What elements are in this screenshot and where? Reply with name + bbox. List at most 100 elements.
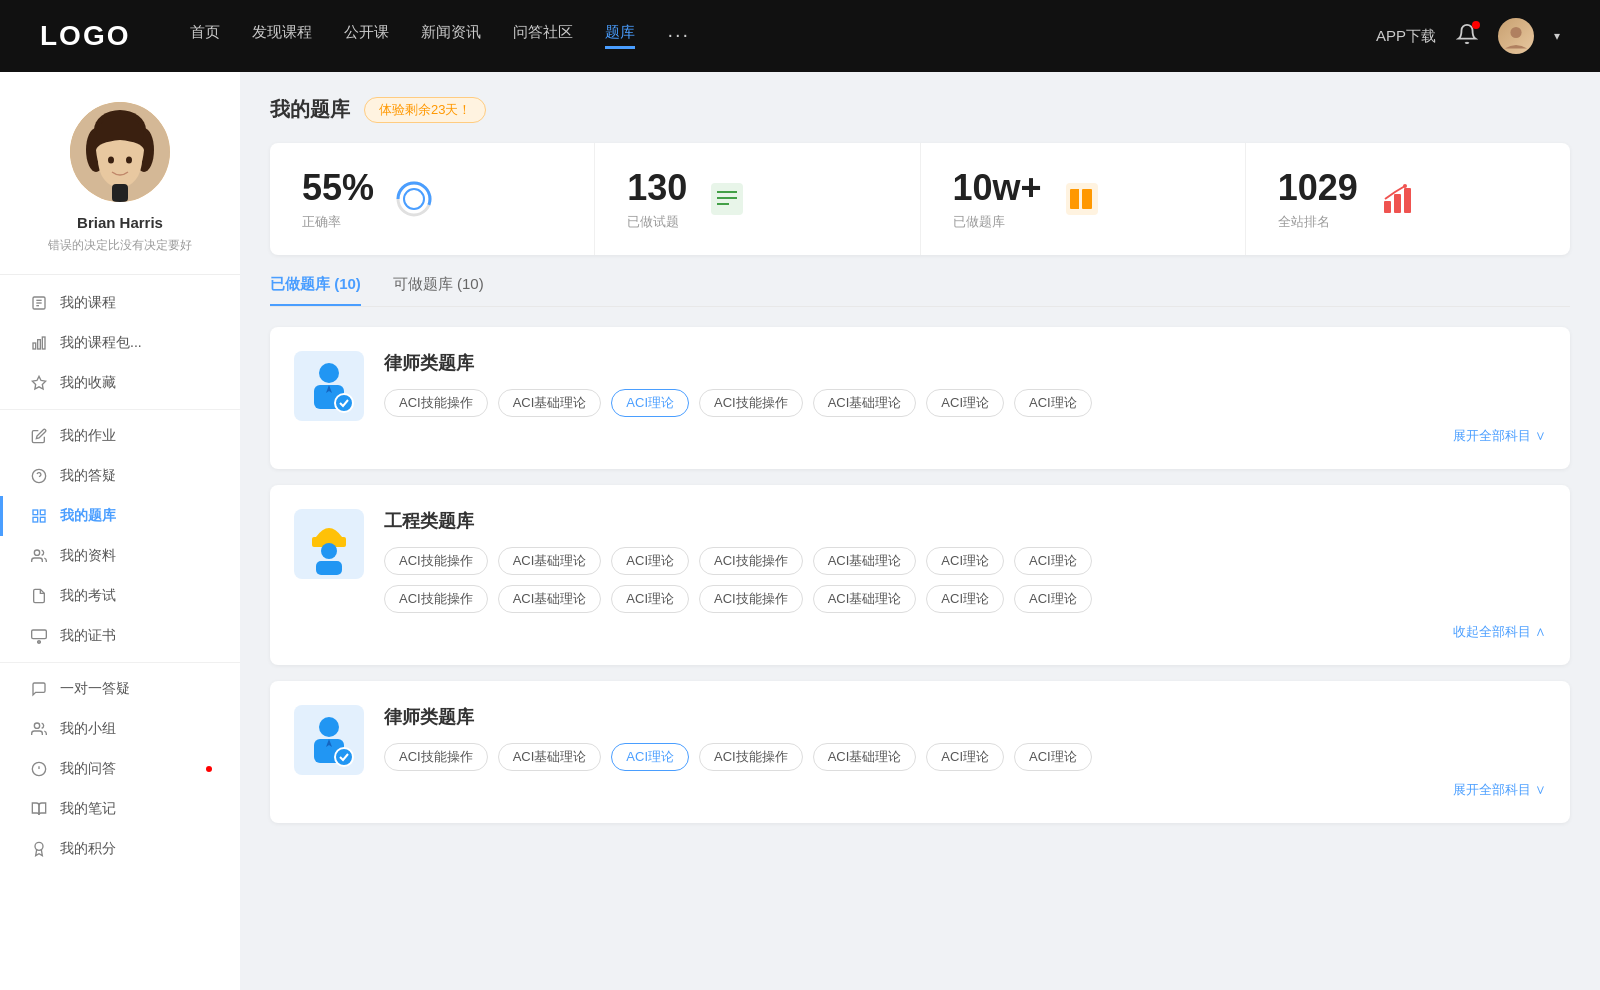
menu-label-cert: 我的证书	[60, 627, 116, 645]
tag-2-r2-2[interactable]: ACI基础理论	[498, 585, 602, 613]
book-icon	[1064, 181, 1100, 217]
sidebar-item-collection[interactable]: 我的收藏	[0, 363, 240, 403]
svg-point-46	[1403, 184, 1407, 188]
tag-2-r1-2[interactable]: ACI基础理论	[498, 547, 602, 575]
qbank-card-2: 工程类题库 ACI技能操作 ACI基础理论 ACI理论 ACI技能操作 ACI基…	[270, 485, 1570, 665]
chat-icon	[30, 680, 48, 698]
svg-rect-21	[40, 510, 45, 515]
nav-more[interactable]: ···	[667, 23, 690, 49]
notification-bell[interactable]	[1456, 23, 1478, 49]
menu-label-notes: 我的笔记	[60, 800, 116, 818]
nav-link-qa[interactable]: 问答社区	[513, 23, 573, 49]
tag-2-r1-4[interactable]: ACI技能操作	[699, 547, 803, 575]
tag-2-r1-1[interactable]: ACI技能操作	[384, 547, 488, 575]
nav-right: APP下载 ▾	[1376, 18, 1560, 54]
svg-rect-15	[38, 340, 41, 349]
tag-1-6[interactable]: ACI理论	[926, 389, 1004, 417]
menu-label-homework: 我的作业	[60, 427, 116, 445]
sidebar-item-notes[interactable]: 我的笔记	[0, 789, 240, 829]
sidebar-item-profile[interactable]: 我的资料	[0, 536, 240, 576]
group-icon	[30, 720, 48, 738]
tag-2-r2-3[interactable]: ACI理论	[611, 585, 689, 613]
menu-label-myquestions: 我的问答	[60, 760, 116, 778]
svg-point-57	[319, 717, 339, 737]
sidebar-item-group[interactable]: 我的小组	[0, 709, 240, 749]
tabs-bar: 已做题库 (10) 可做题库 (10)	[270, 275, 1570, 307]
menu-label-oneone: 一对一答疑	[60, 680, 130, 698]
stat-accuracy: 55% 正确率	[270, 143, 595, 255]
user-profile: Brian Harris 错误的决定比没有决定要好	[0, 102, 240, 275]
tab-todo[interactable]: 可做题库 (10)	[393, 275, 484, 306]
nav-link-qbank[interactable]: 题库	[605, 23, 635, 49]
nav-link-news[interactable]: 新闻资讯	[421, 23, 481, 49]
tag-2-r1-6[interactable]: ACI理论	[926, 547, 1004, 575]
svg-rect-44	[1394, 194, 1401, 213]
svg-point-51	[335, 394, 353, 412]
svg-point-48	[319, 363, 339, 383]
svg-rect-43	[1384, 201, 1391, 213]
tag-1-2[interactable]: ACI基础理论	[498, 389, 602, 417]
qbank-tags-2-row1: ACI技能操作 ACI基础理论 ACI理论 ACI技能操作 ACI基础理论 AC…	[384, 547, 1546, 575]
collapse-btn-2[interactable]: 收起全部科目 ∧	[384, 623, 1546, 641]
svg-point-34	[404, 189, 424, 209]
tag-1-3[interactable]: ACI理论	[611, 389, 689, 417]
stat-accuracy-label: 正确率	[302, 213, 374, 231]
sidebar-item-homework[interactable]: 我的作业	[0, 416, 240, 456]
user-dropdown-arrow[interactable]: ▾	[1554, 29, 1560, 43]
tag-2-r1-5[interactable]: ACI基础理论	[813, 547, 917, 575]
list-icon	[709, 181, 745, 217]
tag-2-r2-1[interactable]: ACI技能操作	[384, 585, 488, 613]
tag-3-4[interactable]: ACI技能操作	[699, 743, 803, 771]
sidebar-item-qa[interactable]: 我的答疑	[0, 456, 240, 496]
svg-rect-25	[32, 630, 47, 639]
expand-btn-3[interactable]: 展开全部科目 ∨	[384, 781, 1546, 799]
questions-dot	[206, 766, 212, 772]
stat-ranking-value: 1029	[1278, 167, 1358, 209]
nav-link-home[interactable]: 首页	[190, 23, 220, 49]
svg-rect-14	[33, 343, 36, 349]
tag-2-r2-5[interactable]: ACI基础理论	[813, 585, 917, 613]
menu-label-group: 我的小组	[60, 720, 116, 738]
sidebar: Brian Harris 错误的决定比没有决定要好 我的课程 我的课程包...	[0, 72, 240, 990]
tag-3-6[interactable]: ACI理论	[926, 743, 1004, 771]
lawyer-icon-3	[294, 705, 364, 775]
sidebar-item-myquestions[interactable]: 我的问答	[0, 749, 240, 789]
tag-1-1[interactable]: ACI技能操作	[384, 389, 488, 417]
stat-done-banks-value: 10w+	[953, 167, 1042, 209]
svg-rect-16	[42, 337, 45, 349]
tag-2-r2-6[interactable]: ACI理论	[926, 585, 1004, 613]
trial-badge: 体验剩余23天！	[364, 97, 486, 123]
app-download-btn[interactable]: APP下载	[1376, 27, 1436, 46]
sidebar-item-points[interactable]: 我的积分	[0, 829, 240, 869]
svg-rect-45	[1404, 188, 1411, 213]
tab-done[interactable]: 已做题库 (10)	[270, 275, 361, 306]
nav-link-opencourse[interactable]: 公开课	[344, 23, 389, 49]
tag-3-3[interactable]: ACI理论	[611, 743, 689, 771]
tag-1-5[interactable]: ACI基础理论	[813, 389, 917, 417]
tag-3-2[interactable]: ACI基础理论	[498, 743, 602, 771]
sidebar-item-my-course[interactable]: 我的课程	[0, 283, 240, 323]
tag-1-4[interactable]: ACI技能操作	[699, 389, 803, 417]
tag-3-7[interactable]: ACI理论	[1014, 743, 1092, 771]
menu-divider-1	[0, 409, 240, 410]
tag-2-r1-3[interactable]: ACI理论	[611, 547, 689, 575]
nav-link-discover[interactable]: 发现课程	[252, 23, 312, 49]
tag-2-r2-7[interactable]: ACI理论	[1014, 585, 1092, 613]
stat-done-questions: 130 已做试题	[595, 143, 920, 255]
tag-3-1[interactable]: ACI技能操作	[384, 743, 488, 771]
nav-links: 首页 发现课程 公开课 新闻资讯 问答社区 题库 ···	[190, 23, 1376, 49]
sidebar-item-oneone[interactable]: 一对一答疑	[0, 669, 240, 709]
expand-btn-1[interactable]: 展开全部科目 ∨	[384, 427, 1546, 445]
sidebar-item-cert[interactable]: 我的证书	[0, 616, 240, 656]
sidebar-item-course-package[interactable]: 我的课程包...	[0, 323, 240, 363]
svg-point-60	[335, 748, 353, 766]
sidebar-item-qbank[interactable]: 我的题库	[0, 496, 240, 536]
user-avatar[interactable]	[1498, 18, 1534, 54]
svg-point-0	[1510, 27, 1521, 38]
tag-2-r2-4[interactable]: ACI技能操作	[699, 585, 803, 613]
tag-1-7[interactable]: ACI理论	[1014, 389, 1092, 417]
tag-2-r1-7[interactable]: ACI理论	[1014, 547, 1092, 575]
menu-label-qa: 我的答疑	[60, 467, 116, 485]
tag-3-5[interactable]: ACI基础理论	[813, 743, 917, 771]
sidebar-item-exam[interactable]: 我的考试	[0, 576, 240, 616]
